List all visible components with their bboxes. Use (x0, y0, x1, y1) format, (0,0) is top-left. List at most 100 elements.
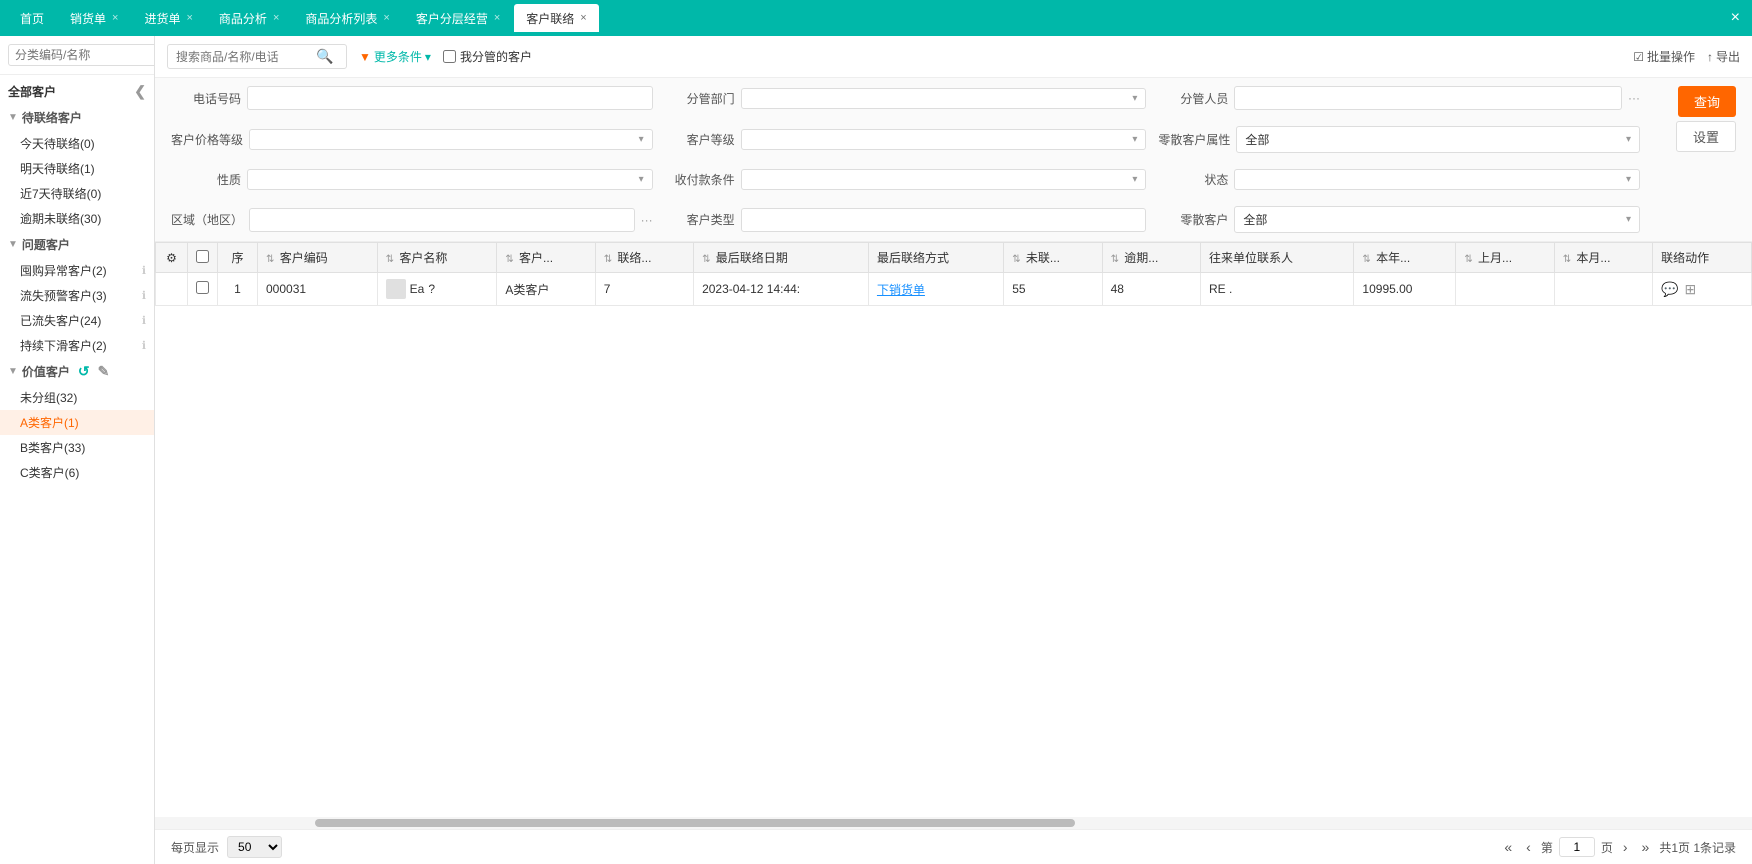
sidebar-item-churned[interactable]: 已流失客户(24) ℹ (0, 308, 154, 333)
sidebar-item-ungrouped-label: 未分组(32) (20, 389, 77, 406)
td-not-contact: 55 (1004, 273, 1102, 306)
sidebar-section-value[interactable]: ▼ 价值客户 ↺ ✎ (0, 358, 154, 385)
nav-purchase-close[interactable]: × (186, 12, 192, 24)
scrollbar-thumb[interactable] (315, 819, 1075, 827)
retail-customer-select[interactable]: 全部 ▾ (1234, 206, 1640, 233)
sidebar-item-7days[interactable]: 近7天待联络(0) (0, 181, 154, 206)
my-customers-checkbox[interactable] (443, 50, 456, 63)
dept-select[interactable]: ▾ (741, 88, 1147, 109)
contact-sort-icon[interactable]: ⇅ (604, 254, 612, 265)
filter-field-retail-customer: 零散客户 全部 ▾ (1158, 206, 1640, 233)
horizontal-scrollbar[interactable] (155, 817, 1752, 829)
manager-input[interactable] (1234, 86, 1622, 110)
sidebar-item-declining[interactable]: 持续下滑客户(2) ℹ (0, 333, 154, 358)
not-contact-sort-icon[interactable]: ⇅ (1012, 254, 1020, 265)
customer-type-input[interactable] (741, 208, 1147, 232)
nav-customer-tier[interactable]: 客户分层经营 × (404, 4, 512, 32)
th-action-label: 联络动作 (1661, 251, 1709, 265)
row-code: 000031 (266, 282, 306, 296)
sidebar-item-churn-warning[interactable]: 流失预警客户(3) ℹ (0, 283, 154, 308)
retail-attr-select[interactable]: 全部 ▾ (1236, 126, 1640, 153)
filter-search-input[interactable] (176, 50, 316, 64)
row-contact: 7 (604, 282, 611, 296)
page-prev-button[interactable]: ‹ (1522, 837, 1535, 857)
settings-button[interactable]: 设置 (1676, 121, 1736, 152)
select-all-checkbox[interactable] (196, 250, 209, 263)
type-sort-icon[interactable]: ⇅ (505, 254, 513, 265)
nav-sales-close[interactable]: × (112, 12, 118, 24)
td-last-method: 下销货单 (868, 273, 1003, 306)
value-refresh-icon[interactable]: ↺ (78, 363, 90, 380)
sidebar-item-ungrouped[interactable]: 未分组(32) (0, 385, 154, 410)
name-sort-icon[interactable]: ⇅ (386, 254, 394, 265)
td-last-date: 2023-04-12 14:44: (694, 273, 869, 306)
sidebar-section-pending[interactable]: ▼ 待联络客户 (0, 104, 154, 131)
page-first-button[interactable]: « (1500, 837, 1516, 857)
sidebar-item-overdue[interactable]: 逾期未联络(30) (0, 206, 154, 231)
window-close-button[interactable]: × (1727, 5, 1744, 31)
export-button[interactable]: ↑ 导出 (1707, 48, 1740, 65)
row-contact-person: RE . (1209, 282, 1232, 296)
query-button[interactable]: 查询 (1678, 86, 1736, 117)
th-gear: ⚙ (156, 243, 188, 273)
filter-search-icon[interactable]: 🔍 (316, 48, 333, 65)
filter-more-conditions[interactable]: ▼ 更多条件 ▾ (359, 48, 431, 65)
nav-home-label: 首页 (20, 10, 44, 27)
nav-goods-analysis-close[interactable]: × (273, 12, 279, 24)
sidebar-search-input[interactable] (8, 44, 155, 66)
value-edit-icon[interactable]: ✎ (98, 363, 110, 380)
customer-level-select[interactable]: ▾ (741, 129, 1147, 150)
sidebar-item-class-b[interactable]: B类客户(33) (0, 435, 154, 460)
region-input[interactable] (249, 208, 635, 232)
row-last-method[interactable]: 下销货单 (877, 283, 925, 297)
price-level-select[interactable]: ▾ (249, 129, 653, 150)
nav-goods-list[interactable]: 商品分析列表 × (293, 4, 401, 32)
row-name: Ea (410, 282, 425, 296)
last-month-sort-icon[interactable]: ⇅ (1464, 254, 1472, 265)
sidebar-item-today[interactable]: 今天待联络(0) (0, 131, 154, 156)
filter-row-1: 电话号码 分管部门 ▾ 分管人员 (171, 86, 1640, 110)
code-sort-icon[interactable]: ⇅ (266, 254, 274, 265)
manager-dots-icon[interactable]: ··· (1628, 91, 1640, 105)
nav-sales[interactable]: 销货单 × (58, 4, 130, 32)
page-size-select[interactable]: 20 50 100 200 (227, 836, 282, 858)
th-overdue-label: 逾期... (1124, 251, 1158, 265)
sidebar-item-abnormal[interactable]: 囤购异常客户(2) ℹ (0, 258, 154, 283)
row-checkbox[interactable] (196, 281, 209, 294)
nav-goods-list-close[interactable]: × (383, 12, 389, 24)
nav-customer-contact-close[interactable]: × (580, 12, 586, 24)
gear-icon[interactable]: ⚙ (166, 251, 177, 265)
retail-attr-value: 全部 (1245, 131, 1269, 148)
last-date-sort-icon[interactable]: ⇅ (702, 254, 710, 265)
overdue-sort-icon[interactable]: ⇅ (1111, 254, 1119, 265)
sidebar-collapse-icon[interactable]: ❮ (134, 83, 146, 100)
payment-select[interactable]: ▾ (741, 169, 1147, 190)
nav-purchase[interactable]: 进货单 × (132, 4, 204, 32)
nature-select[interactable]: ▾ (247, 169, 653, 190)
chat-icon[interactable]: 💬 (1661, 281, 1678, 298)
this-year-sort-icon[interactable]: ⇅ (1362, 254, 1370, 265)
row-not-contact: 55 (1012, 282, 1025, 296)
this-month-sort-icon[interactable]: ⇅ (1563, 254, 1571, 265)
phone-input[interactable] (247, 86, 653, 110)
status-select[interactable]: ▾ (1234, 169, 1640, 190)
sidebar-item-tomorrow[interactable]: 明天待联络(1) (0, 156, 154, 181)
th-this-year: ⇅ 本年... (1354, 243, 1456, 273)
sidebar-item-declining-label: 持续下滑客户(2) (20, 337, 107, 354)
batch-ops-button[interactable]: ☑ 批量操作 (1633, 48, 1695, 65)
grid-icon[interactable]: ⊞ (1685, 281, 1697, 298)
th-not-contact: ⇅ 未联... (1004, 243, 1102, 273)
sidebar-all-customers-header[interactable]: 全部客户 ❮ (0, 75, 154, 104)
page-number-input[interactable] (1559, 837, 1595, 857)
sidebar-item-class-a[interactable]: A类客户(1) (0, 410, 154, 435)
nav-home[interactable]: 首页 (8, 4, 56, 32)
my-customers-checkbox-wrap[interactable]: 我分管的客户 (443, 48, 532, 65)
region-dots-icon[interactable]: ··· (641, 213, 653, 227)
nav-goods-analysis[interactable]: 商品分析 × (207, 4, 291, 32)
page-next-button[interactable]: › (1619, 837, 1632, 857)
page-last-button[interactable]: » (1638, 837, 1654, 857)
sidebar-section-problem[interactable]: ▼ 问题客户 (0, 231, 154, 258)
nav-customer-contact[interactable]: 客户联络 × (514, 4, 598, 32)
nav-customer-tier-close[interactable]: × (494, 12, 500, 24)
sidebar-item-class-c[interactable]: C类客户(6) (0, 460, 154, 485)
